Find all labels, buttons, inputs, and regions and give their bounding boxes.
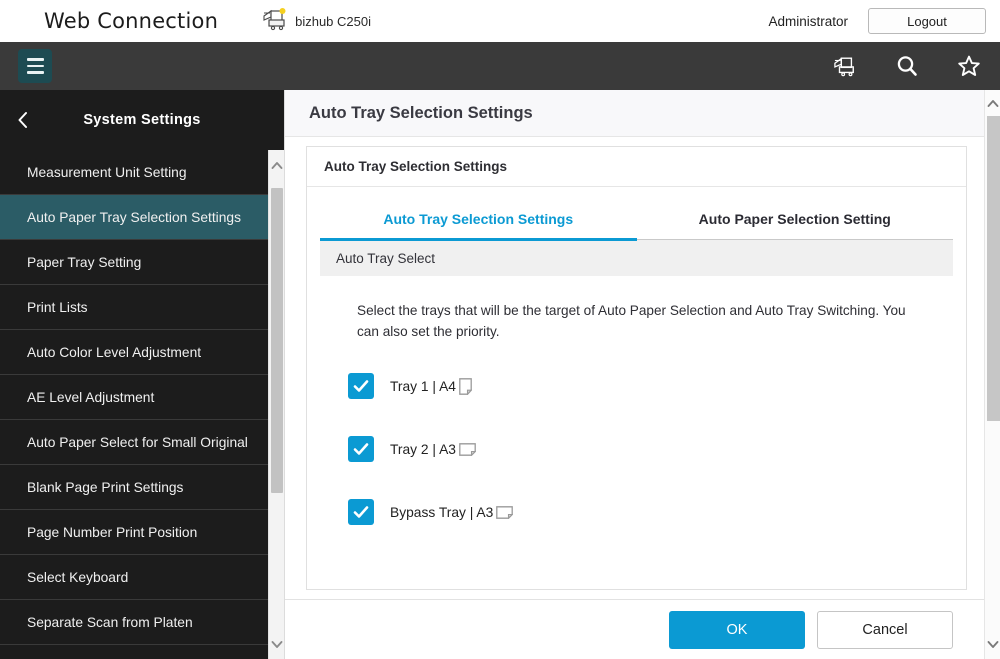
main-scrollbar[interactable] xyxy=(984,90,1000,659)
section-band-label: Auto Tray Select xyxy=(320,240,953,276)
device-indicator: bizhub C250i xyxy=(262,7,371,36)
ok-button[interactable]: OK xyxy=(669,610,805,649)
paper-orientation-landscape-icon xyxy=(496,505,514,519)
tray-label-wrap: Bypass Tray | A3 xyxy=(390,504,514,520)
tray-row-2[interactable]: Bypass Tray | A3 xyxy=(348,498,966,526)
admin-user-label: Administrator xyxy=(768,13,848,29)
tray-checkbox-list: Tray 1 | A4 Tray 2 | A3 Bypass Tray | A3 xyxy=(307,372,966,526)
sidebar-item-label: Auto Paper Tray Selection Settings xyxy=(27,209,241,225)
tray-label-text: Tray 1 | A4 xyxy=(390,378,456,394)
checkbox-checked-icon[interactable] xyxy=(348,373,374,400)
chevron-down-icon[interactable] xyxy=(985,633,1000,655)
tray-row-0[interactable]: Tray 1 | A4 xyxy=(348,372,966,400)
cancel-button[interactable]: Cancel xyxy=(817,610,953,649)
chevron-up-icon[interactable] xyxy=(985,92,1000,114)
sidebar-scroll-thumb[interactable] xyxy=(271,188,283,493)
sidebar-item-5[interactable]: AE Level Adjustment xyxy=(0,375,284,420)
sidebar-item-6[interactable]: Auto Paper Select for Small Original xyxy=(0,420,284,465)
sidebar-header: System Settings xyxy=(0,90,284,150)
description-text: Select the trays that will be the target… xyxy=(357,303,906,340)
sidebar-item-9[interactable]: Select Keyboard xyxy=(0,555,284,600)
top-header-bar: Web Connection bizhub C250i Administrato… xyxy=(0,0,1000,42)
printer-device-icon[interactable] xyxy=(832,53,858,79)
nav-icon-group xyxy=(832,42,982,90)
tray-label-text: Tray 2 | A3 xyxy=(390,441,456,457)
paper-orientation-portrait-icon xyxy=(459,377,472,395)
tray-label-wrap: Tray 1 | A4 xyxy=(390,377,472,395)
tab-bar: Auto Tray Selection Settings Auto Paper S… xyxy=(320,209,954,241)
brand-logo: Web Connection xyxy=(44,9,219,33)
main-content-panel: Auto Tray Selection Settings Auto Tray S… xyxy=(284,90,985,659)
search-icon[interactable] xyxy=(894,53,920,79)
paper-orientation-landscape-icon xyxy=(459,442,476,456)
hamburger-menu-icon[interactable] xyxy=(18,49,52,83)
chevron-down-icon[interactable] xyxy=(269,629,284,659)
action-footer: OK Cancel xyxy=(285,599,985,659)
settings-card: Auto Tray Selection Settings Auto Tray S… xyxy=(306,146,967,590)
sidebar-item-label: Auto Color Level Adjustment xyxy=(27,344,202,360)
sidebar-item-label: AE Level Adjustment xyxy=(27,389,155,405)
sidebar-item-0[interactable]: Measurement Unit Setting xyxy=(0,150,284,195)
header-right-group: Administrator Logout xyxy=(768,0,986,42)
sidebar-item-label: Separate Scan from Platen xyxy=(27,614,193,630)
sidebar-item-10[interactable]: Separate Scan from Platen xyxy=(0,600,284,645)
tray-label-wrap: Tray 2 | A3 xyxy=(390,442,476,457)
sidebar-title: System Settings xyxy=(83,112,201,128)
sidebar-item-label: Select Keyboard xyxy=(27,569,129,585)
device-name-label: bizhub C250i xyxy=(295,13,371,29)
sidebar-item-label: Page Number Print Position xyxy=(27,524,198,540)
star-favorites-icon[interactable] xyxy=(956,53,982,79)
sidebar-item-8[interactable]: Page Number Print Position xyxy=(0,510,284,555)
chevron-left-icon[interactable] xyxy=(14,111,32,129)
sidebar-item-7[interactable]: Blank Page Print Settings xyxy=(0,465,284,510)
sidebar-item-1[interactable]: Auto Paper Tray Selection Settings xyxy=(0,195,284,240)
logout-button[interactable]: Logout xyxy=(868,8,986,34)
sidebar-scrollbar[interactable] xyxy=(268,150,284,659)
tray-label-text: Bypass Tray | A3 xyxy=(390,504,494,520)
sidebar-menu-list: Measurement Unit Setting Auto Paper Tray … xyxy=(0,150,284,645)
sidebar-item-label: Print Lists xyxy=(27,299,88,315)
sidebar-item-label: Auto Paper Select for Small Original xyxy=(27,434,248,450)
checkbox-checked-icon[interactable] xyxy=(348,499,374,526)
tray-row-1[interactable]: Tray 2 | A3 xyxy=(348,435,966,463)
page-title: Auto Tray Selection Settings xyxy=(309,103,533,122)
main-scroll-thumb[interactable] xyxy=(987,116,1000,421)
sidebar-item-label: Paper Tray Setting xyxy=(27,254,142,270)
sidebar-item-4[interactable]: Auto Color Level Adjustment xyxy=(0,330,284,375)
sidebar-item-label: Measurement Unit Setting xyxy=(27,164,187,180)
sidebar-item-2[interactable]: Paper Tray Setting xyxy=(0,240,284,285)
printer-device-icon xyxy=(262,7,288,36)
sidebar-item-label: Blank Page Print Settings xyxy=(27,479,184,495)
card-title: Auto Tray Selection Settings xyxy=(307,147,966,187)
tab-0[interactable]: Auto Tray Selection Settings xyxy=(320,209,637,241)
main-nav-bar xyxy=(0,42,1000,90)
sidebar: System Settings Measurement Unit Setting… xyxy=(0,90,284,659)
tab-1[interactable]: Auto Paper Selection Setting xyxy=(637,209,954,239)
checkbox-checked-icon[interactable] xyxy=(348,436,374,463)
chevron-up-icon[interactable] xyxy=(269,150,284,180)
page-header: Auto Tray Selection Settings xyxy=(285,90,984,137)
sidebar-item-3[interactable]: Print Lists xyxy=(0,285,284,330)
web-connection-page: Web Connection bizhub C250i Administrato… xyxy=(0,0,1000,659)
